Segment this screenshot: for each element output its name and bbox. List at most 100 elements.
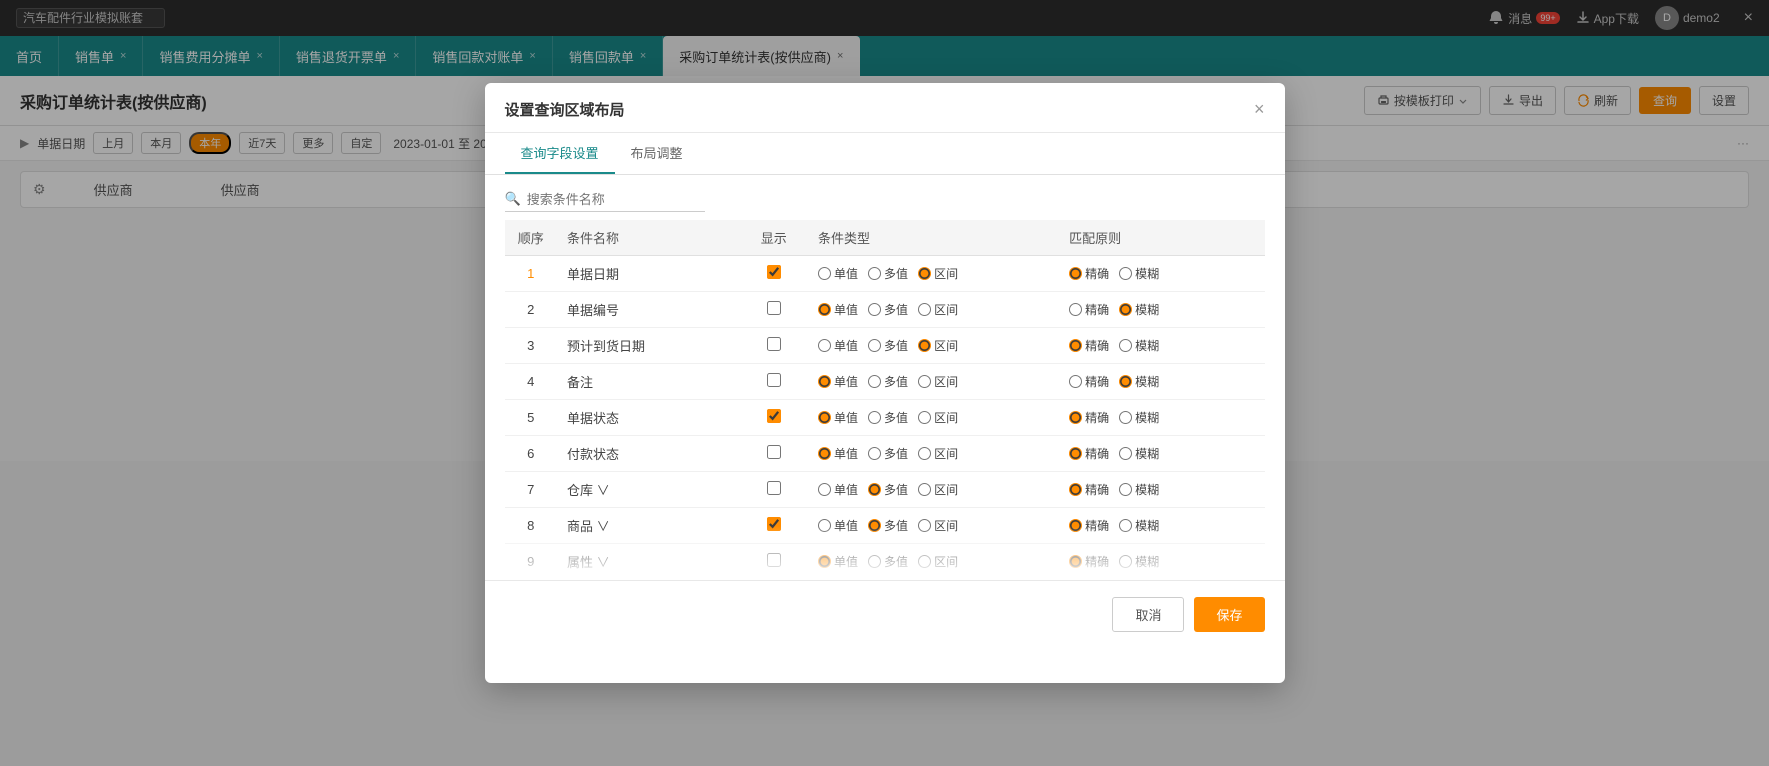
radio-match-fuzzy[interactable]: 模糊	[1119, 337, 1159, 354]
radio-match-exact[interactable]: 精确	[1069, 409, 1109, 426]
modal-close-btn[interactable]: ×	[1254, 99, 1265, 120]
type-radio-group: 单值 多值 区间	[818, 373, 1049, 390]
radio-match-exact[interactable]: 精确	[1069, 265, 1109, 282]
radio-match-fuzzy[interactable]: 模糊	[1119, 553, 1159, 570]
cell-show[interactable]	[740, 580, 808, 581]
checkbox-show[interactable]	[767, 267, 781, 282]
cancel-btn[interactable]: 取消	[1112, 597, 1184, 632]
cell-show[interactable]	[740, 508, 808, 544]
radio-type-single[interactable]: 单值	[818, 409, 858, 426]
radio-type-single[interactable]: 单值	[818, 265, 858, 282]
table-row: 5 单据状态 单值 多值 区间	[505, 400, 1265, 436]
radio-type-multi[interactable]: 多值	[868, 373, 908, 390]
save-btn[interactable]: 保存	[1194, 597, 1264, 632]
radio-match-fuzzy[interactable]: 模糊	[1119, 445, 1159, 462]
radio-type-multi[interactable]: 多值	[868, 337, 908, 354]
cell-name: 单据日期	[557, 256, 740, 292]
radio-match-exact[interactable]: 精确	[1069, 373, 1109, 390]
radio-match-exact[interactable]: 精确	[1069, 481, 1109, 498]
match-radio-group: 精确 模糊	[1069, 481, 1254, 498]
radio-type-single[interactable]: 单值	[818, 337, 858, 354]
cell-show[interactable]	[740, 400, 808, 436]
radio-type-multi[interactable]: 多值	[868, 265, 908, 282]
checkbox-show[interactable]	[767, 483, 781, 498]
checkbox-show[interactable]	[767, 447, 781, 462]
radio-type-range[interactable]: 区间	[918, 445, 958, 462]
checkbox-show[interactable]	[767, 555, 781, 570]
match-radio-group: 精确 模糊	[1069, 445, 1254, 462]
match-radio-group: 精确 模糊	[1069, 409, 1254, 426]
radio-type-multi[interactable]: 多值	[868, 445, 908, 462]
radio-type-single[interactable]: 单值	[818, 517, 858, 534]
cell-show[interactable]	[740, 364, 808, 400]
cell-type: 单值 多值 区间	[808, 292, 1059, 328]
radio-type-single[interactable]: 单值	[818, 481, 858, 498]
radio-type-range[interactable]: 区间	[918, 337, 958, 354]
radio-type-range[interactable]: 区间	[918, 409, 958, 426]
radio-type-multi[interactable]: 多值	[868, 301, 908, 318]
cell-show[interactable]	[740, 436, 808, 472]
radio-type-range[interactable]: 区间	[918, 481, 958, 498]
modal-table-wrap: 顺序 条件名称 显示 条件类型 匹配原则 1 单据日期	[485, 220, 1285, 580]
cell-show[interactable]	[740, 472, 808, 508]
radio-match-exact[interactable]: 精确	[1069, 337, 1109, 354]
radio-match-exact[interactable]: 精确	[1069, 553, 1109, 570]
radio-type-multi[interactable]: 多值	[868, 553, 908, 570]
th-order: 顺序	[505, 220, 558, 256]
cell-name: 仓库 ∨	[557, 472, 740, 508]
radio-type-range[interactable]: 区间	[918, 373, 958, 390]
radio-type-range[interactable]: 区间	[918, 517, 958, 534]
cell-name: 付款状态	[557, 436, 740, 472]
cell-match: 精确 模糊	[1059, 436, 1264, 472]
radio-match-fuzzy[interactable]: 模糊	[1119, 301, 1159, 318]
cell-show[interactable]	[740, 328, 808, 364]
radio-type-single[interactable]: 单值	[818, 445, 858, 462]
table-row: 2 单据编号 单值 多值 区间	[505, 292, 1265, 328]
radio-type-single[interactable]: 单值	[818, 553, 858, 570]
radio-match-fuzzy[interactable]: 模糊	[1119, 517, 1159, 534]
match-radio-group: 精确 模糊	[1069, 373, 1254, 390]
radio-type-multi[interactable]: 多值	[868, 481, 908, 498]
radio-match-exact[interactable]: 精确	[1069, 517, 1109, 534]
cell-name: 属性 ∨	[557, 544, 740, 580]
cell-show[interactable]	[740, 544, 808, 580]
radio-type-single[interactable]: 单值	[818, 301, 858, 318]
cell-show[interactable]	[740, 256, 808, 292]
radio-match-exact[interactable]: 精确	[1069, 301, 1109, 318]
checkbox-show[interactable]	[767, 411, 781, 426]
radio-match-fuzzy[interactable]: 模糊	[1119, 373, 1159, 390]
cell-order: 8	[505, 508, 558, 544]
radio-match-fuzzy[interactable]: 模糊	[1119, 409, 1159, 426]
radio-match-fuzzy[interactable]: 模糊	[1119, 481, 1159, 498]
th-match: 匹配原则	[1059, 220, 1264, 256]
th-show: 显示	[740, 220, 808, 256]
cell-show[interactable]	[740, 292, 808, 328]
th-type: 条件类型	[808, 220, 1059, 256]
conditions-table: 顺序 条件名称 显示 条件类型 匹配原则 1 单据日期	[505, 220, 1265, 580]
search-input[interactable]	[527, 192, 705, 207]
search-icon: 🔍	[505, 191, 521, 207]
checkbox-show[interactable]	[767, 303, 781, 318]
radio-type-multi[interactable]: 多值	[868, 517, 908, 534]
cell-type: 单值 多值 区间	[808, 436, 1059, 472]
table-row: 4 备注 单值 多值 区间	[505, 364, 1265, 400]
checkbox-show[interactable]	[767, 519, 781, 534]
type-radio-group: 单值 多值 区间	[818, 337, 1049, 354]
th-name: 条件名称	[557, 220, 740, 256]
modal-tab-layout[interactable]: 布局调整	[615, 133, 699, 174]
search-wrap: 🔍	[505, 187, 705, 212]
radio-type-range[interactable]: 区间	[918, 301, 958, 318]
radio-type-single[interactable]: 单值	[818, 373, 858, 390]
radio-match-fuzzy[interactable]: 模糊	[1119, 265, 1159, 282]
checkbox-show[interactable]	[767, 339, 781, 354]
radio-type-range[interactable]: 区间	[918, 553, 958, 570]
cell-type: 单值 多值 区间	[808, 256, 1059, 292]
radio-type-multi[interactable]: 多值	[868, 409, 908, 426]
modal-tab-fields[interactable]: 查询字段设置	[505, 133, 615, 174]
checkbox-show[interactable]	[767, 375, 781, 390]
radio-type-range[interactable]: 区间	[918, 265, 958, 282]
cell-match: 精确 模糊	[1059, 364, 1264, 400]
cell-name: 单据编号	[557, 292, 740, 328]
cell-type: 单值 多值 区间	[808, 544, 1059, 580]
radio-match-exact[interactable]: 精确	[1069, 445, 1109, 462]
